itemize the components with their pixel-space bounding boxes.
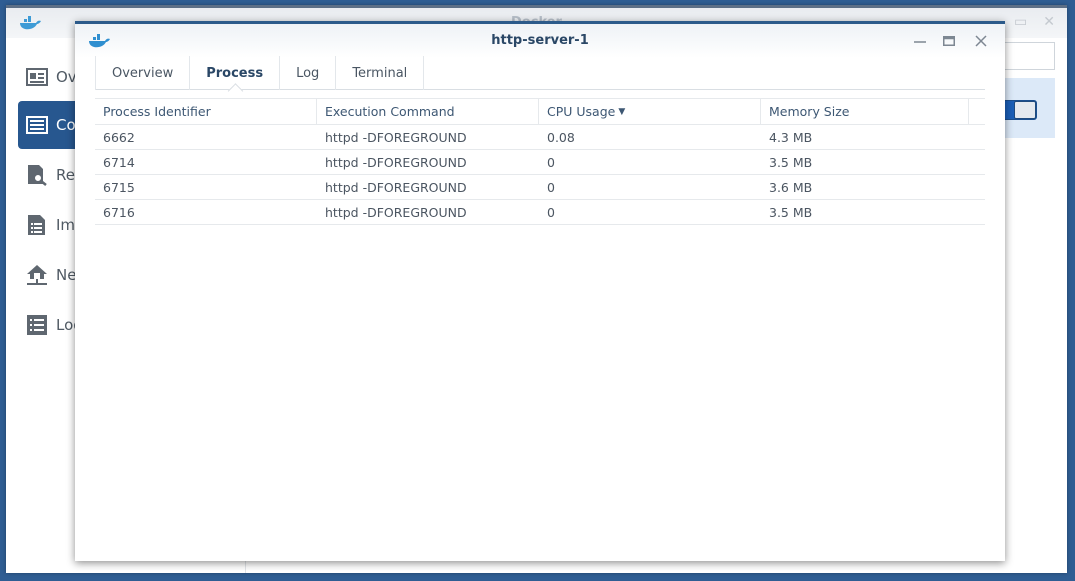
table-header: Process Identifier Execution Command CPU… <box>95 98 985 125</box>
cell-command: httpd -DFOREGROUND <box>325 129 467 145</box>
column-header-label: Memory Size <box>769 104 850 119</box>
dialog-title: http-server-1 <box>491 33 589 48</box>
cell-memory: 3.5 MB <box>769 204 813 220</box>
cell-memory: 3.5 MB <box>769 154 813 170</box>
sort-descending-icon: ▼ <box>618 106 626 117</box>
column-header-spacer <box>969 99 985 124</box>
table-row[interactable]: 6662 httpd -DFOREGROUND 0.08 4.3 MB <box>95 125 985 150</box>
bg-close-icon[interactable]: ✕ <box>1043 14 1055 30</box>
overview-card-icon <box>26 66 48 88</box>
cell-cpu: 0 <box>547 179 555 195</box>
log-list-icon <box>26 314 48 336</box>
bg-maximize-icon[interactable]: ▭ <box>1014 14 1027 30</box>
network-house-icon <box>26 264 48 286</box>
minimize-icon[interactable] <box>910 31 930 51</box>
cell-cpu: 0.08 <box>547 129 575 145</box>
column-header-label: Execution Command <box>325 104 455 119</box>
cell-pid: 6716 <box>103 204 135 220</box>
table-row[interactable]: 6715 httpd -DFOREGROUND 0 3.6 MB <box>95 175 985 200</box>
column-header-memory[interactable]: Memory Size <box>761 99 969 124</box>
tab-overview[interactable]: Overview <box>95 56 189 90</box>
cell-pid: 6714 <box>103 154 135 170</box>
dialog-titlebar[interactable]: http-server-1 <box>75 24 1005 58</box>
image-document-icon <box>26 214 48 236</box>
tab-log[interactable]: Log <box>279 56 335 90</box>
process-table: Process Identifier Execution Command CPU… <box>95 98 985 225</box>
table-row[interactable]: 6716 httpd -DFOREGROUND 0 3.5 MB <box>95 200 985 225</box>
maximize-icon[interactable] <box>939 31 959 51</box>
toggle-knob[interactable] <box>1014 101 1036 119</box>
column-header-command[interactable]: Execution Command <box>317 99 539 124</box>
tab-process[interactable]: Process <box>189 56 279 90</box>
container-list-icon <box>26 114 48 136</box>
cell-cpu: 0 <box>547 204 555 220</box>
cell-command: httpd -DFOREGROUND <box>325 204 467 220</box>
container-detail-dialog: http-server-1 Overview Process Log Termi… <box>75 21 1005 561</box>
cell-command: httpd -DFOREGROUND <box>325 154 467 170</box>
registry-search-icon <box>26 164 48 186</box>
cell-memory: 3.6 MB <box>769 179 813 195</box>
column-header-label: Process Identifier <box>103 104 211 119</box>
cell-pid: 6715 <box>103 179 135 195</box>
cell-command: httpd -DFOREGROUND <box>325 179 467 195</box>
column-header-cpu[interactable]: CPU Usage ▼ <box>539 99 761 124</box>
table-row[interactable]: 6714 httpd -DFOREGROUND 0 3.5 MB <box>95 150 985 175</box>
close-icon[interactable] <box>971 31 991 51</box>
dialog-tabs: Overview Process Log Terminal <box>95 56 985 90</box>
cell-memory: 4.3 MB <box>769 129 813 145</box>
tab-terminal[interactable]: Terminal <box>335 56 425 90</box>
column-header-pid[interactable]: Process Identifier <box>95 99 317 124</box>
cell-pid: 6662 <box>103 129 135 145</box>
column-header-label: CPU Usage <box>547 104 616 119</box>
cell-cpu: 0 <box>547 154 555 170</box>
